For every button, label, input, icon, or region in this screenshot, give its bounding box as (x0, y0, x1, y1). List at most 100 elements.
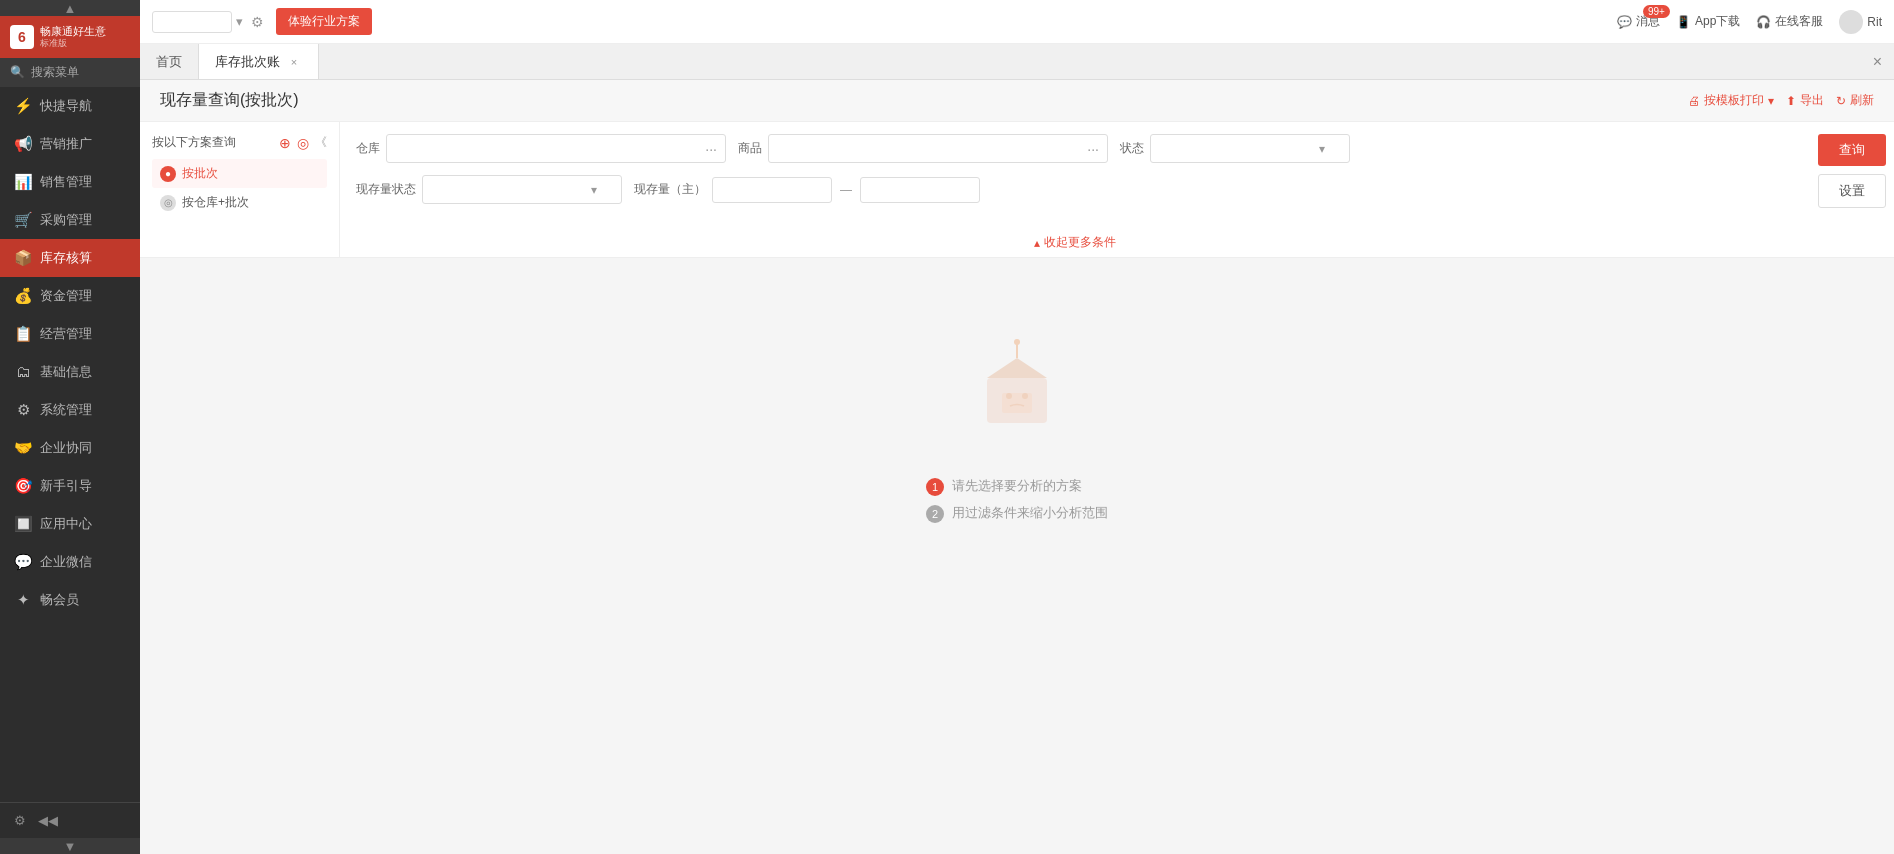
filter-sidebar: 按以下方案查询 ⊕ ◎ 《 ● 按批次 ◎ 按仓库+批次 (140, 122, 340, 257)
stock-qty-label: 现存量（主） (634, 181, 706, 198)
online-service-btn[interactable]: 🎧 在线客服 (1756, 13, 1823, 30)
sidebar-scroll-down[interactable]: ▼ (0, 838, 140, 854)
online-service-label: 在线客服 (1775, 13, 1823, 30)
sidebar-item-label-members: 畅会员 (40, 591, 79, 609)
header-search-input[interactable] (152, 11, 232, 33)
sidebar-item-apps[interactable]: 🔲 应用中心 (0, 505, 140, 543)
sidebar-item-icon-basics: 🗂 (14, 363, 32, 381)
sidebar-item-label-inventory: 库存核算 (40, 249, 92, 267)
tab-home[interactable]: 首页 (140, 44, 199, 79)
goods-dots-icon: ··· (1087, 141, 1099, 157)
sidebar-item-inventory[interactable]: 📦库存核算 (0, 239, 140, 277)
sidebar-item-icon-system: ⚙ (14, 401, 32, 419)
print-chevron-icon[interactable] (1768, 94, 1774, 108)
status-select[interactable] (1150, 134, 1350, 163)
sidebar-item-members[interactable]: ✦畅会员 (0, 581, 140, 619)
filter-collapse-icon[interactable]: 《 (315, 134, 327, 151)
export-button[interactable]: ⬆ 导出 (1786, 92, 1824, 109)
empty-tip-2: 2 用过滤条件来缩小分析范围 (926, 504, 1108, 523)
tab-close-icon[interactable]: × (286, 54, 302, 70)
filter-option-warehouse-batch[interactable]: ◎ 按仓库+批次 (152, 188, 327, 217)
sidebar-item-label-marketing: 营销推广 (40, 135, 92, 153)
sidebar-item-label-enterprise: 企业协同 (40, 439, 92, 457)
sidebar-item-icon-purchase: 🛒 (14, 211, 32, 229)
refresh-button[interactable]: ↻ 刷新 (1836, 92, 1874, 109)
stock-qty-max[interactable] (860, 177, 980, 203)
filter-collapse-row[interactable]: 收起更多条件 (340, 228, 1810, 257)
stock-qty-min[interactable] (712, 177, 832, 203)
export-icon: ⬆ (1786, 94, 1796, 108)
messages-count: 99+ (1643, 5, 1670, 18)
tab-bar-close-icon[interactable]: × (1873, 53, 1882, 71)
sidebar-item-label-system: 系统管理 (40, 401, 92, 419)
filter-option-batch-icon: ● (160, 166, 176, 182)
sidebar-item-label-basics: 基础信息 (40, 363, 92, 381)
svg-point-6 (1022, 393, 1028, 399)
collapse-icon[interactable]: ◀◀ (38, 813, 58, 828)
app-download-btn[interactable]: 📱 App下载 (1676, 13, 1740, 30)
sidebar-item-label-apps: 应用中心 (40, 515, 92, 533)
sidebar-item-system[interactable]: ⚙ 系统管理 (0, 391, 140, 429)
user-profile[interactable]: Rit (1839, 10, 1882, 34)
sidebar-item-label-sales: 销售管理 (40, 173, 92, 191)
top-header: ⚙ 体验行业方案 💬 消息 99+ 📱 App下载 🎧 在线客服 Rit (140, 0, 1894, 44)
sidebar-item-label-wechat: 企业微信 (40, 553, 92, 571)
sidebar-item-sales[interactable]: 📊 销售管理 (0, 163, 140, 201)
add-filter-icon[interactable]: ⊕ (279, 135, 291, 151)
tip-num-2: 2 (926, 505, 944, 523)
print-label: 按模板打印 (1704, 92, 1764, 109)
empty-state: 1 请先选择要分析的方案 2 用过滤条件来缩小分析范围 (140, 258, 1894, 603)
filter-main-wrapper: 仓库 ··· 商品 ··· (340, 122, 1810, 257)
filter-option-wb-icon: ◎ (160, 195, 176, 211)
status-field: 状态 (1120, 134, 1350, 163)
sidebar-item-marketing[interactable]: 📢 营销推广 (0, 125, 140, 163)
status-label: 状态 (1120, 140, 1144, 157)
print-button[interactable]: 🖨 按模板打印 (1688, 92, 1774, 109)
sidebar-search[interactable]: 🔍 搜索菜单 (0, 58, 140, 87)
sidebar-item-newbie[interactable]: 🎯新手引导 (0, 467, 140, 505)
sidebar-item-icon-apps: 🔲 (14, 515, 32, 533)
tip-text-2: 用过滤条件来缩小分析范围 (952, 504, 1108, 522)
sidebar-item-finance[interactable]: 💰资金管理 (0, 277, 140, 315)
warehouse-input[interactable]: ··· (386, 134, 726, 163)
tab-batch-account[interactable]: 库存批次账 × (199, 44, 319, 79)
app-icon: 📱 (1676, 15, 1691, 29)
filter-settings-icon[interactable]: ◎ (297, 135, 309, 151)
sidebar-item-operations[interactable]: 📋经营管理 (0, 315, 140, 353)
stock-status-select[interactable] (422, 175, 622, 204)
sidebar-scroll-up[interactable]: ▲ (0, 0, 140, 16)
filter-option-batch[interactable]: ● 按批次 (152, 159, 327, 188)
sidebar-item-quick-nav[interactable]: ⚡快捷导航 (0, 87, 140, 125)
filter-sidebar-title: 按以下方案查询 ⊕ ◎ 《 (152, 134, 327, 151)
sidebar-item-icon-sales: 📊 (14, 173, 32, 191)
sidebar-item-basics[interactable]: 🗂 基础信息 (0, 353, 140, 391)
stock-status-chevron-icon (591, 183, 597, 197)
sidebar-item-enterprise[interactable]: 🤝企业协同 (0, 429, 140, 467)
sidebar-item-label-finance: 资金管理 (40, 287, 92, 305)
sidebar-item-icon-marketing: 📢 (14, 135, 32, 153)
header-right: 💬 消息 99+ 📱 App下载 🎧 在线客服 Rit (1617, 10, 1882, 34)
search-icon: 🔍 (10, 65, 25, 79)
query-button[interactable]: 查询 (1818, 134, 1886, 166)
tab-batch-label: 库存批次账 (215, 53, 280, 71)
goods-input[interactable]: ··· (768, 134, 1108, 163)
filter-option-batch-label: 按批次 (182, 165, 218, 182)
goods-label: 商品 (738, 140, 762, 157)
sidebar-item-label-newbie: 新手引导 (40, 477, 92, 495)
sidebar-nav: ⚡快捷导航 📢 营销推广 📊 销售管理 🛒采购管理📦库存核算💰资金管理📋经营管理 🗂 基础信息… (0, 87, 140, 802)
main-content: ⚙ 体验行业方案 💬 消息 99+ 📱 App下载 🎧 在线客服 Rit (140, 0, 1894, 854)
header-gear-icon[interactable]: ⚙ (251, 14, 264, 30)
settings-icon[interactable]: ⚙ (14, 813, 26, 828)
svg-point-5 (1006, 393, 1012, 399)
settings-button[interactable]: 设置 (1818, 174, 1886, 208)
filter-sidebar-title-text: 按以下方案查询 (152, 134, 236, 151)
trial-button[interactable]: 体验行业方案 (276, 8, 372, 35)
sidebar-item-purchase[interactable]: 🛒采购管理 (0, 201, 140, 239)
header-chevron-icon[interactable] (236, 14, 243, 29)
messages-badge[interactable]: 💬 消息 99+ (1617, 13, 1660, 30)
stock-qty-range: — (712, 177, 980, 203)
sidebar-item-wechat[interactable]: 💬企业微信 (0, 543, 140, 581)
warehouse-dots-icon: ··· (705, 141, 717, 157)
sidebar-bottom: ⚙ ◀◀ (0, 802, 140, 838)
filter-option-wb-label: 按仓库+批次 (182, 194, 249, 211)
